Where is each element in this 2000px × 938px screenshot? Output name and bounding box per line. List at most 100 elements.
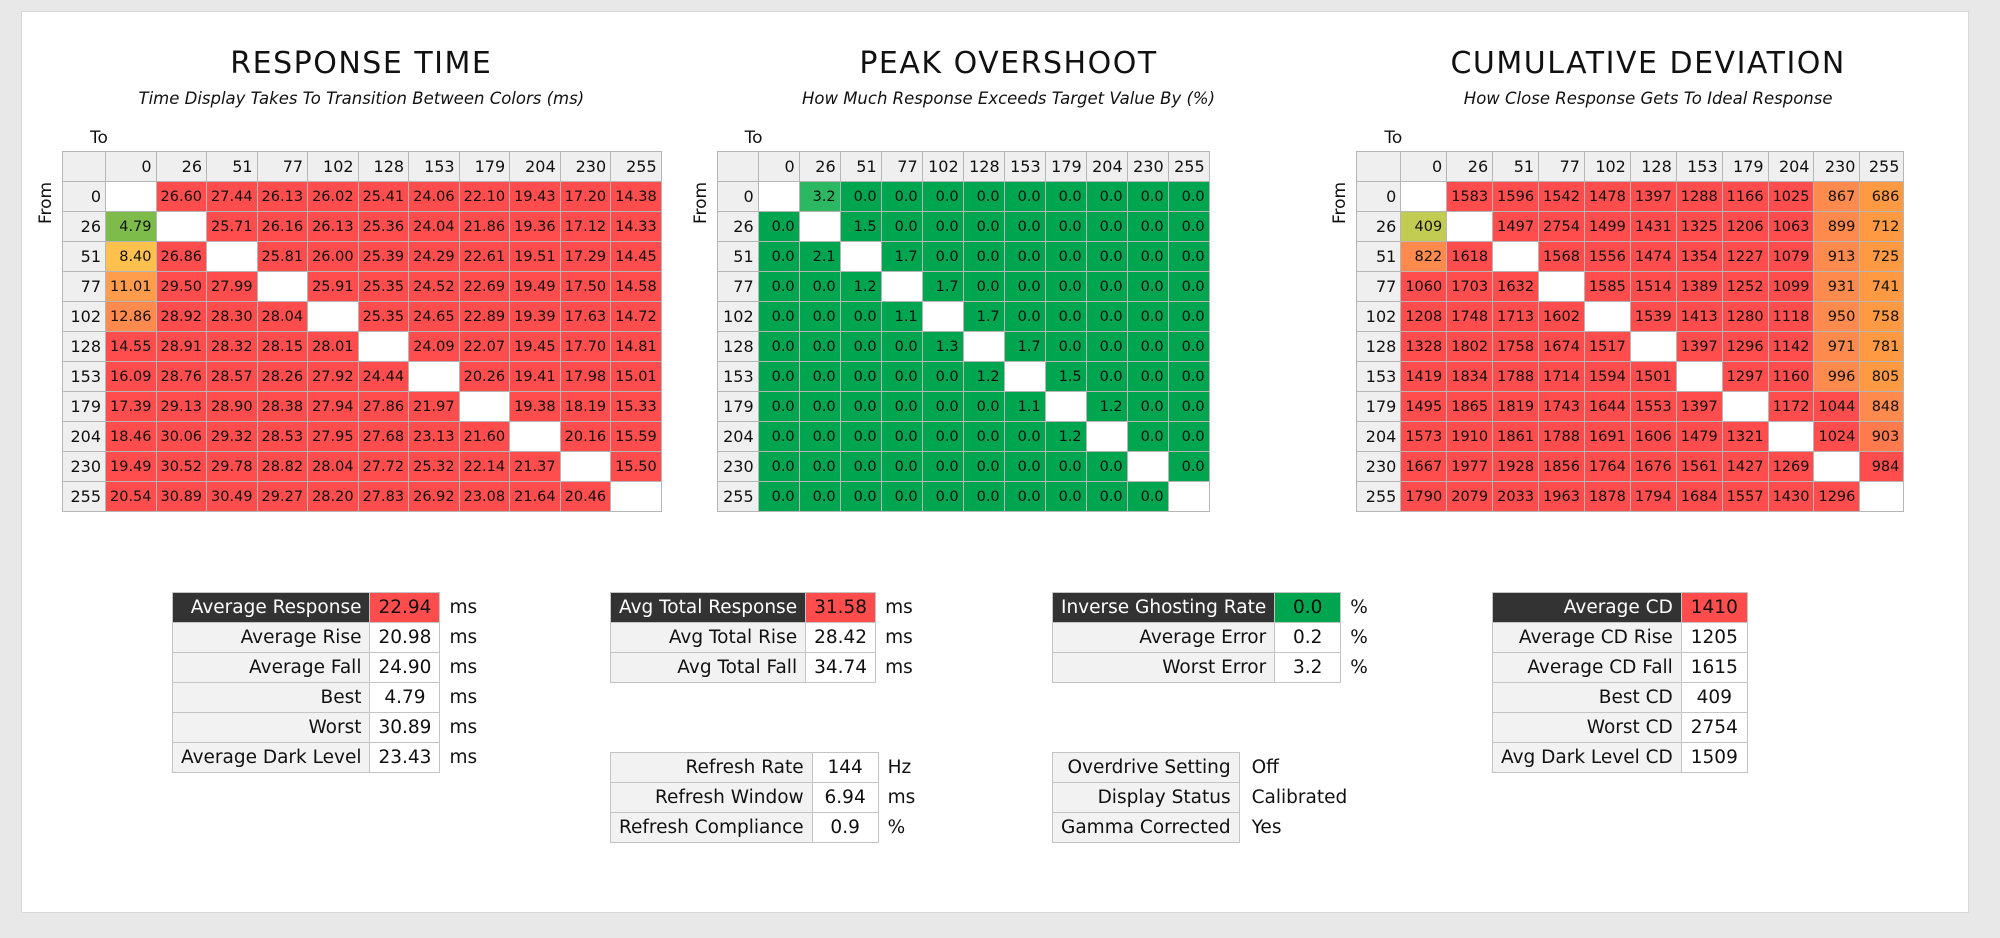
matrix-col-header: 51 (839, 151, 882, 182)
matrix-cell-empty (1859, 481, 1905, 512)
stat-row: Refresh Window 6.94 ms (610, 782, 924, 813)
matrix-cell-empty (1446, 211, 1494, 242)
matrix-cell-empty (610, 481, 662, 512)
matrix-col-header: 0 (1400, 151, 1448, 182)
matrix-cell: 1556 (1583, 241, 1631, 272)
matrix-cell: 14.33 (610, 211, 662, 242)
matrix-cell: 0.0 (757, 331, 800, 362)
matrix-cell: 28.01 (307, 331, 359, 362)
matrix-cell: 22.10 (458, 181, 511, 212)
matrix-row: 51 0.0 2.1 1.7 0.0 0.0 0.0 0.0 0.0 0.0 0.0 (716, 241, 1210, 272)
matrix-cell: 1790 (1400, 481, 1448, 512)
matrix-cell: 0.0 (921, 241, 964, 272)
matrix-cell: 20.54 (105, 481, 157, 512)
stat-label: Average Response (171, 592, 371, 623)
matrix-cell: 1397 (1675, 391, 1723, 422)
stat-label: Inverse Ghosting Rate (1051, 592, 1276, 623)
matrix-cell: 25.91 (307, 271, 359, 302)
matrix-cell: 1325 (1675, 211, 1723, 242)
matrix-cell: 1865 (1446, 391, 1494, 422)
matrix-cell: 0.0 (839, 451, 882, 482)
matrix-cell: 0.0 (1085, 331, 1128, 362)
stat-unit: ms (449, 627, 478, 648)
matrix-cell: 27.44 (206, 181, 258, 212)
matrix-cell: 899 (1813, 211, 1861, 242)
matrix-cell: 1910 (1446, 421, 1494, 452)
matrix-col-header: 230 (559, 151, 612, 182)
matrix-cell: 1160 (1767, 361, 1815, 392)
matrix-cell: 4.79 (105, 211, 157, 242)
matrix-cell: 28.38 (256, 391, 309, 422)
matrix-cell-empty (880, 271, 923, 302)
matrix-cell: 0.0 (1044, 331, 1087, 362)
matrix-cell: 0.0 (1003, 271, 1046, 302)
matrix-cell: 1.5 (1044, 361, 1087, 392)
matrix-cell: 1834 (1446, 361, 1494, 392)
matrix-cell: 913 (1813, 241, 1861, 272)
matrix-row-header: 153 (62, 361, 106, 392)
matrix-cell-empty (1492, 241, 1540, 272)
stats-ghosting-summary: Inverse Ghosting Rate 0.0% Average Error 0.… (1051, 592, 1377, 683)
matrix-cell-empty (458, 391, 511, 422)
matrix-cell: 0.0 (962, 451, 1005, 482)
matrix-col-header: 204 (1085, 151, 1128, 182)
matrix-cell: 17.29 (559, 241, 612, 272)
matrix-cell: 0.0 (921, 421, 964, 452)
matrix-cell: 0.0 (921, 481, 964, 512)
matrix-cell-empty (1085, 421, 1128, 452)
matrix-col-header: 102 (921, 151, 964, 182)
matrix-cell: 25.35 (357, 301, 410, 332)
matrix-cell: 0.0 (1003, 181, 1046, 212)
matrix-col-header: 204 (1767, 151, 1815, 182)
matrix-cell: 28.26 (256, 361, 309, 392)
matrix-row-header: 153 (716, 361, 759, 392)
matrix-row: 77 1060 1703 1632 1585 1514 1389 1252 1099 931 74… (1356, 271, 1905, 302)
matrix-row: 230 0.0 0.0 0.0 0.0 0.0 0.0 0.0 0.0 0.0 0.0 (716, 451, 1210, 482)
matrix-cell: 0.0 (880, 391, 923, 422)
matrix-cell: 1618 (1446, 241, 1494, 272)
matrix-cell: 1099 (1767, 271, 1815, 302)
matrix-cell: 0.0 (1126, 211, 1169, 242)
stat-row: Average Fall 24.90 ms (171, 652, 486, 683)
matrix-row-header: 0 (716, 181, 759, 212)
stat-table-refresh: Refresh Rate 144 Hz Refresh Window 6.94 ms Ref… (610, 752, 924, 843)
stat-value: 144 (811, 752, 879, 783)
matrix-row-header: 77 (1356, 271, 1402, 302)
matrix-cell: 0.0 (1085, 451, 1128, 482)
matrix-cell: 17.50 (559, 271, 612, 302)
matrix-col-header: 77 (1538, 151, 1585, 182)
matrix-cell-empty (206, 241, 258, 272)
matrix-cell: 0.0 (921, 451, 964, 482)
matrix-row: 204 1573 1910 1861 1788 1691 1606 1479 1321 1024… (1356, 421, 1905, 452)
matrix-row-header: 26 (716, 211, 759, 242)
matrix-cell: 26.02 (307, 181, 359, 212)
stat-unit: ms (885, 657, 913, 678)
matrix-cell: 1606 (1629, 421, 1677, 452)
matrix-col-header: 102 (307, 151, 359, 182)
matrix-cell: 0.0 (921, 391, 964, 422)
matrix-peak-overshoot: 0 26 51 77 102 128 153 179 204 230 255 0 3.2 0.0 0.0 0… (716, 151, 1210, 512)
matrix-cell: 28.04 (256, 301, 309, 332)
matrix-cell: 1583 (1446, 181, 1494, 212)
matrix-cell: 17.98 (559, 361, 612, 392)
matrix-row: 153 1419 1834 1788 1714 1594 1501 1297 1160 996 8… (1356, 361, 1905, 392)
matrix-cell: 0.0 (880, 481, 923, 512)
stat-label: Overdrive Setting (1052, 752, 1240, 783)
matrix-cell: 1878 (1583, 481, 1631, 512)
panel-cumulative-deviation: CUMULATIVE DEVIATION How Close Response … (1328, 12, 1968, 512)
stat-row: Gamma Corrected Yes (1052, 812, 1356, 843)
matrix-cell: 1667 (1400, 451, 1448, 482)
matrix-cell: 1495 (1400, 391, 1448, 422)
matrix-cell: 971 (1813, 331, 1861, 362)
matrix-cell: 1794 (1629, 481, 1677, 512)
matrix-cell: 18.46 (105, 421, 157, 452)
matrix-cell: 14.45 (610, 241, 662, 272)
matrix-cell-empty (357, 331, 410, 362)
matrix-cell: 28.57 (206, 361, 258, 392)
matrix-row-header: 26 (1356, 211, 1402, 242)
matrix-cell: 22.89 (458, 301, 511, 332)
stat-value: 1509 (1680, 742, 1748, 773)
stat-value: 23.43 (369, 742, 441, 773)
matrix-cell: 1.7 (921, 271, 964, 302)
stat-label: Avg Total Response (609, 592, 807, 623)
